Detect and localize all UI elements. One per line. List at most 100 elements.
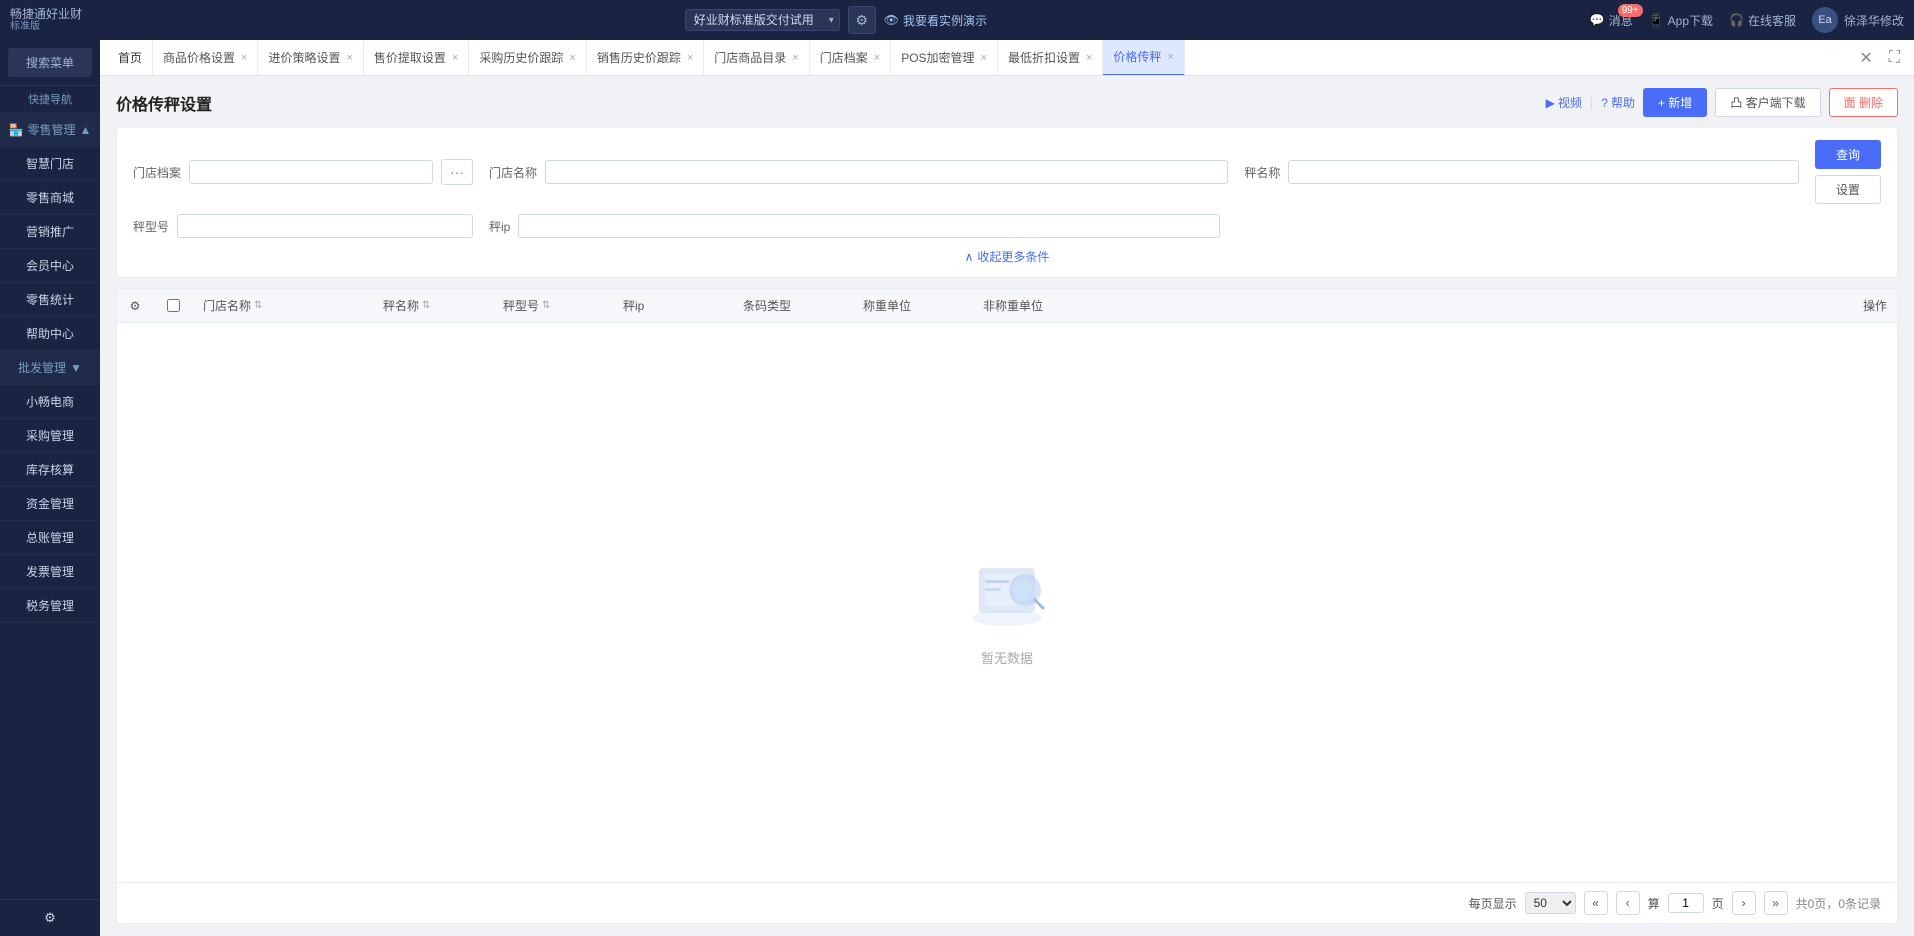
next-page-btn[interactable]: › (1732, 891, 1756, 915)
sidebar-item-help-center[interactable]: 帮助中心 (0, 317, 100, 351)
filter-scale-ip: 秤ip (489, 214, 1220, 238)
page-content: 价格传秤设置 ▶ 视频 | ? 帮助 + 新增 凸 客户端下载 面 删除 (100, 76, 1914, 936)
settings-button[interactable]: 设置 (1815, 175, 1881, 204)
select-all-checkbox[interactable] (167, 299, 180, 312)
add-button[interactable]: + 新增 (1643, 88, 1707, 117)
tab-close-purchase-strategy[interactable]: × (346, 52, 352, 64)
table-row-header: ⚙ 门店名称 ⇅ 秤名称 ⇅ (117, 289, 1897, 322)
download-client-button[interactable]: 凸 客户端下载 (1715, 88, 1820, 117)
online-service-item[interactable]: 🎧 在线客服 (1729, 12, 1796, 29)
demo-link[interactable]: 👁 我要看实例演示 (884, 12, 987, 29)
th-scale-model[interactable]: 秤型号 ⇅ (493, 289, 613, 322)
tab-home[interactable]: 首页 (108, 40, 153, 76)
query-settings-group: 查询 设置 (1815, 140, 1881, 204)
page-number-input[interactable]: 1 (1668, 893, 1704, 913)
query-button[interactable]: 查询 (1815, 140, 1881, 169)
top-bar-left: 畅捷通好业财 标准版 (10, 7, 82, 33)
filter-row-2: 秤型号 秤ip (133, 214, 1881, 238)
top-bar-center: 好业财标准版交付试用 ⚙ 👁 我要看实例演示 (685, 6, 987, 34)
th-store-name[interactable]: 门店名称 ⇅ (193, 289, 373, 322)
filter-store-archive-dots[interactable]: ··· (441, 159, 473, 185)
user-item[interactable]: Ea 徐泽华修改 (1812, 7, 1904, 33)
page-size-select[interactable]: 50100200 (1525, 892, 1576, 914)
sidebar-search[interactable]: 搜索菜单 (0, 40, 100, 86)
page-header: 价格传秤设置 ▶ 视频 | ? 帮助 + 新增 凸 客户端下载 面 删除 (116, 88, 1898, 117)
tab-close-store-catalog[interactable]: × (792, 52, 798, 64)
sidebar-item-invoice[interactable]: 发票管理 (0, 555, 100, 589)
pagination: 每页显示 50100200 « ‹ 算 1 页 › » 共0页，0条记录 (117, 882, 1897, 923)
video-icon: ▶ (1546, 96, 1555, 110)
tab-close-pos-encryption[interactable]: × (981, 52, 987, 64)
first-page-btn[interactable]: « (1584, 891, 1608, 915)
sidebar-item-tax[interactable]: 税务管理 (0, 589, 100, 623)
sidebar-item-retail-management[interactable]: 🏪 零售管理 ▲ (0, 113, 100, 147)
search-menu-button[interactable]: 搜索菜单 (8, 48, 92, 77)
version-select-wrap[interactable]: 好业财标准版交付试用 (685, 9, 840, 31)
tab-expand-btn[interactable]: ⛶ (1883, 47, 1906, 69)
last-page-btn[interactable]: » (1764, 891, 1788, 915)
sidebar-item-retail-stats[interactable]: 零售统计 (0, 283, 100, 317)
tab-close-purchase-history[interactable]: × (569, 52, 575, 64)
tab-close-all-btn[interactable]: ✕ (1853, 46, 1878, 70)
collapse-row: ∧ 收起更多条件 (133, 248, 1881, 265)
page-word: 算 (1648, 895, 1660, 912)
tab-product-price[interactable]: 商品价格设置 × (153, 40, 258, 76)
page-actions: ▶ 视频 | ? 帮助 + 新增 凸 客户端下载 面 删除 (1546, 88, 1898, 117)
tab-pos-encryption[interactable]: POS加密管理 × (891, 40, 998, 76)
th-settings[interactable]: ⚙ (117, 291, 153, 321)
table-header: ⚙ 门店名称 ⇅ 秤名称 ⇅ (117, 289, 1897, 323)
data-table: ⚙ 门店名称 ⇅ 秤名称 ⇅ (116, 288, 1898, 924)
tab-close-product-price[interactable]: × (241, 52, 247, 64)
delete-button[interactable]: 面 删除 (1829, 88, 1898, 117)
page-title: 价格传秤设置 (116, 91, 212, 115)
download-icon: 📱 (1649, 13, 1664, 27)
filter-store-archive-input[interactable] (189, 160, 433, 184)
app-download-item[interactable]: 📱 App下载 (1649, 12, 1713, 29)
settings-icon-btn[interactable]: ⚙ (848, 6, 876, 34)
collapse-button[interactable]: ∧ 收起更多条件 (965, 248, 1050, 265)
tab-min-discount[interactable]: 最低折扣设置 × (998, 40, 1103, 76)
filter-scale-ip-input[interactable] (518, 214, 1220, 238)
top-bar-right: 💬 消息 99+ 📱 App下载 🎧 在线客服 Ea 徐泽华修改 (1590, 7, 1904, 33)
sidebar-item-retail-mall[interactable]: 零售商城 (0, 181, 100, 215)
filter-scale-model-input[interactable] (177, 214, 473, 238)
tab-close-sale-history[interactable]: × (687, 52, 693, 64)
tab-price-scale[interactable]: 价格传秤 × (1103, 40, 1184, 76)
empty-illustration (957, 538, 1057, 638)
tab-close-min-discount[interactable]: × (1086, 52, 1092, 64)
sidebar-item-inventory[interactable]: 库存核算 (0, 453, 100, 487)
tab-close-sale-price-extract[interactable]: × (452, 52, 458, 64)
sidebar-item-general-ledger[interactable]: 总账管理 (0, 521, 100, 555)
sidebar-item-wholesale-management[interactable]: 批发管理 ▼ (0, 351, 100, 385)
messages-item[interactable]: 💬 消息 99+ (1590, 12, 1633, 29)
tab-close-store-archive[interactable]: × (874, 52, 880, 64)
th-scale-name[interactable]: 秤名称 ⇅ (373, 289, 493, 322)
sidebar-item-marketing[interactable]: 营销推广 (0, 215, 100, 249)
tab-close-price-scale[interactable]: × (1167, 51, 1173, 63)
tab-store-archive[interactable]: 门店档案 × (810, 40, 891, 76)
tab-store-catalog[interactable]: 门店商品目录 × (704, 40, 809, 76)
tab-sale-history[interactable]: 销售历史价跟踪 × (587, 40, 704, 76)
th-operation: 操作 (1817, 289, 1897, 322)
tab-purchase-strategy[interactable]: 进价策略设置 × (258, 40, 363, 76)
sidebar-item-procurement[interactable]: 采购管理 (0, 419, 100, 453)
filter-scale-name-input[interactable] (1288, 160, 1799, 184)
th-checkbox[interactable] (153, 291, 193, 320)
sidebar-item-membership[interactable]: 会员中心 (0, 249, 100, 283)
table-body: 暂无数据 (117, 323, 1897, 882)
sidebar-item-smart-store[interactable]: 智慧门店 (0, 147, 100, 181)
sidebar-item-finance[interactable]: 资金管理 (0, 487, 100, 521)
prev-page-btn[interactable]: ‹ (1616, 891, 1640, 915)
sidebar-item-xiaochang-ecom[interactable]: 小畅电商 (0, 385, 100, 419)
collapse-up-icon: ∧ (965, 250, 974, 264)
gear-icon: ⚙ (44, 910, 56, 925)
tab-sale-price-extract[interactable]: 售价提取设置 × (364, 40, 469, 76)
sidebar-gear[interactable]: ⚙ (0, 899, 100, 936)
filter-row-1: 门店档案 ··· 门店名称 秤名称 查询 设置 (133, 140, 1881, 204)
filter-store-name-input[interactable] (545, 160, 1228, 184)
video-link[interactable]: ▶ 视频 (1546, 94, 1582, 111)
sort-scale-model-icon: ⇅ (542, 300, 550, 311)
tab-purchase-history[interactable]: 采购历史价跟踪 × (469, 40, 586, 76)
version-select[interactable]: 好业财标准版交付试用 (685, 9, 840, 31)
help-link[interactable]: ? 帮助 (1601, 94, 1635, 111)
